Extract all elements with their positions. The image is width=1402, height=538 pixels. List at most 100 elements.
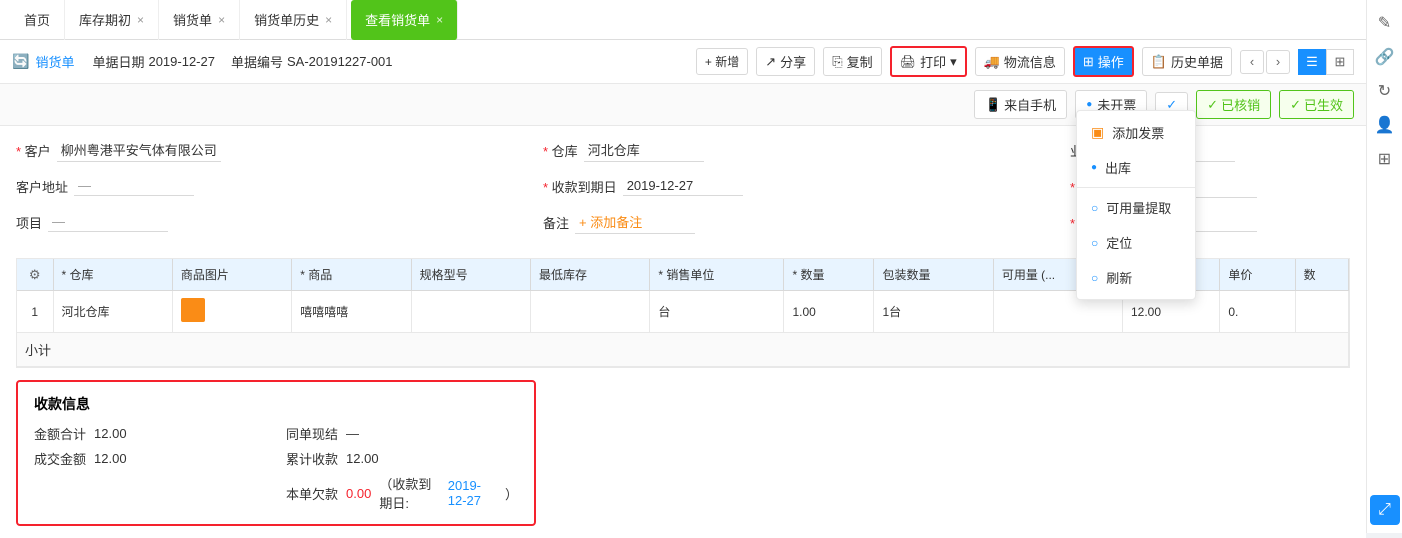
tab-home[interactable]: 首页 — [10, 0, 65, 40]
payment-title: 收款信息 — [34, 394, 518, 414]
doc-number-label: 单据编号 — [231, 52, 283, 71]
sidebar-refresh-icon[interactable]: ↻ — [1370, 76, 1400, 106]
effective-check-icon: ✓ — [1290, 97, 1301, 113]
warehouse-value[interactable]: 河北仓库 — [584, 138, 704, 162]
phone-icon: 📱 — [985, 97, 1001, 113]
sidebar-user-icon[interactable]: 👤 — [1370, 110, 1400, 140]
project-value[interactable]: — — [48, 212, 168, 232]
locate-label: 定位 — [1106, 233, 1132, 252]
new-button[interactable]: + 新增 — [696, 48, 748, 75]
address-value[interactable]: — — [74, 176, 194, 196]
share-button[interactable]: ↗ 分享 — [756, 47, 815, 76]
available-icon: ○ — [1091, 201, 1098, 215]
tab-inventory[interactable]: 库存期初 × — [65, 0, 159, 40]
cell-warehouse: 河北仓库 — [53, 291, 172, 333]
col-sales-unit: * 销售单位 — [650, 259, 784, 291]
tab-inventory-label: 库存期初 — [79, 10, 131, 29]
customer-value[interactable]: 柳州粤港平安气体有限公司 — [57, 138, 221, 162]
dropdown-add-invoice[interactable]: ▣ 添加发票 — [1077, 115, 1195, 150]
logistics-button[interactable]: 🚚 物流信息 — [975, 47, 1065, 76]
cell-spec — [411, 291, 530, 333]
share-label: 分享 — [780, 52, 806, 71]
balance-label: 本单欠款 — [286, 484, 338, 503]
transaction-value: 12.00 — [94, 451, 127, 466]
phone-button[interactable]: 📱 来自手机 — [974, 90, 1067, 119]
dropdown-divider1 — [1077, 187, 1195, 188]
dropdown-refresh[interactable]: ○ 刷新 — [1077, 260, 1195, 295]
doc-toolbar: 🔄 销货单 单据日期 2019-12-27 单据编号 SA-20191227-0… — [0, 40, 1366, 84]
project-field: 项目 — — [16, 212, 543, 232]
tab-sales-history-close[interactable]: × — [325, 13, 332, 27]
cell-product: 嘻嘻嘻嘻 — [292, 291, 411, 333]
refresh-label: 刷新 — [1106, 268, 1132, 287]
same-order-label: 同单现结 — [286, 424, 338, 443]
tab-view-sales-close[interactable]: × — [436, 13, 443, 27]
available-qty-label: 可用量提取 — [1106, 198, 1171, 217]
customer-label: 客户 — [16, 141, 51, 160]
history-button[interactable]: 📋 历史单据 — [1142, 47, 1232, 76]
history-label: 历史单据 — [1171, 52, 1223, 71]
warehouse-label: 仓库 — [543, 141, 578, 160]
col-min-stock: 最低库存 — [531, 259, 650, 291]
settings-icon[interactable]: ⚙ — [29, 267, 41, 282]
sidebar-edit-icon[interactable]: ✎ — [1370, 8, 1400, 38]
print-dropdown-arrow: ▾ — [950, 54, 957, 70]
address-field: 客户地址 — — [16, 176, 543, 196]
dropdown-locate[interactable]: ○ 定位 — [1077, 225, 1195, 260]
tab-sales-close[interactable]: × — [218, 13, 225, 27]
operation-button[interactable]: ⊞ 操作 — [1073, 46, 1134, 77]
print-button[interactable]: 🖨 打印 ▾ — [890, 46, 967, 77]
effective-button[interactable]: ✓ 已生效 — [1279, 90, 1354, 119]
cumulative-value: 12.00 — [346, 451, 379, 466]
note-add-btn[interactable]: + 添加备注 — [575, 210, 695, 234]
col-settings[interactable]: ⚙ — [17, 259, 53, 291]
outbound-label: 出库 — [1105, 158, 1131, 177]
payment-transaction-row: 成交金额 12.00 — [34, 449, 266, 468]
doc-date-item: 单据日期 2019-12-27 — [92, 52, 215, 71]
customer-field: 客户 柳州粤港平安气体有限公司 — [16, 138, 543, 162]
subtotal-row: 小计 — [17, 333, 1349, 367]
sidebar-link-icon[interactable]: 🔗 — [1370, 42, 1400, 72]
balance-date: 2019-12-27 — [448, 478, 497, 508]
dropdown-outbound[interactable]: ● 出库 — [1077, 150, 1195, 185]
col-product: * 商品 — [292, 259, 411, 291]
tab-sales[interactable]: 销货单 × — [159, 0, 240, 40]
payment-cumulative-row: 累计收款 12.00 — [286, 449, 518, 468]
tab-inventory-close[interactable]: × — [137, 13, 144, 27]
nav-next[interactable]: › — [1266, 50, 1290, 74]
dropdown-available-qty[interactable]: ○ 可用量提取 — [1077, 190, 1195, 225]
due-date-value[interactable]: 2019-12-27 — [623, 176, 743, 196]
doc-meta: 单据日期 2019-12-27 单据编号 SA-20191227-001 — [92, 52, 392, 71]
note-label: 备注 — [543, 213, 569, 232]
due-date-field: 收款到期日 2019-12-27 — [543, 176, 1070, 196]
cell-min-stock — [531, 291, 650, 333]
cell-unit-price: 0. — [1220, 291, 1295, 333]
view-grid[interactable]: ⊞ — [1326, 49, 1354, 75]
doc-type: 🔄 销货单 — [12, 52, 74, 71]
refresh-icon: ○ — [1091, 271, 1098, 285]
due-date-label: 收款到期日 — [543, 177, 617, 196]
copy-icon: ⎘ — [832, 54, 842, 70]
sidebar-table-icon[interactable]: ⊞ — [1370, 144, 1400, 174]
sidebar-expand-icon[interactable]: ⤢ — [1370, 495, 1400, 525]
payment-balance-row: 本单欠款 0.00 （收款到期日: 2019-12-27 ） — [286, 474, 518, 512]
col-product-image: 商品图片 — [172, 259, 291, 291]
confirmed-button[interactable]: ✓ 已核销 — [1196, 90, 1271, 119]
operation-dropdown: ▣ 添加发票 ● 出库 ○ 可用量提取 ○ 定位 ○ 刷新 — [1076, 110, 1196, 300]
nav-arrows: ‹ › — [1240, 50, 1290, 74]
right-sidebar: ✎ 🔗 ↻ 👤 ⊞ ⤢ — [1366, 0, 1402, 533]
copy-button[interactable]: ⎘ 复制 — [823, 47, 881, 76]
tab-home-label: 首页 — [24, 10, 50, 29]
same-order-value: — — [346, 426, 359, 441]
balance-end: ） — [505, 484, 518, 503]
tab-sales-history[interactable]: 销货单历史 × — [240, 0, 347, 40]
operation-icon: ⊞ — [1083, 54, 1094, 70]
view-list[interactable]: ☰ — [1298, 49, 1326, 75]
payment-amount-row: 金额合计 12.00 — [34, 424, 266, 443]
history-icon: 📋 — [1151, 54, 1167, 70]
col-unit-price: 单价 — [1220, 259, 1295, 291]
nav-prev[interactable]: ‹ — [1240, 50, 1264, 74]
tab-view-sales[interactable]: 查看销货单 × — [351, 0, 458, 40]
amount-label: 金额合计 — [34, 424, 86, 443]
transaction-label: 成交金额 — [34, 449, 86, 468]
